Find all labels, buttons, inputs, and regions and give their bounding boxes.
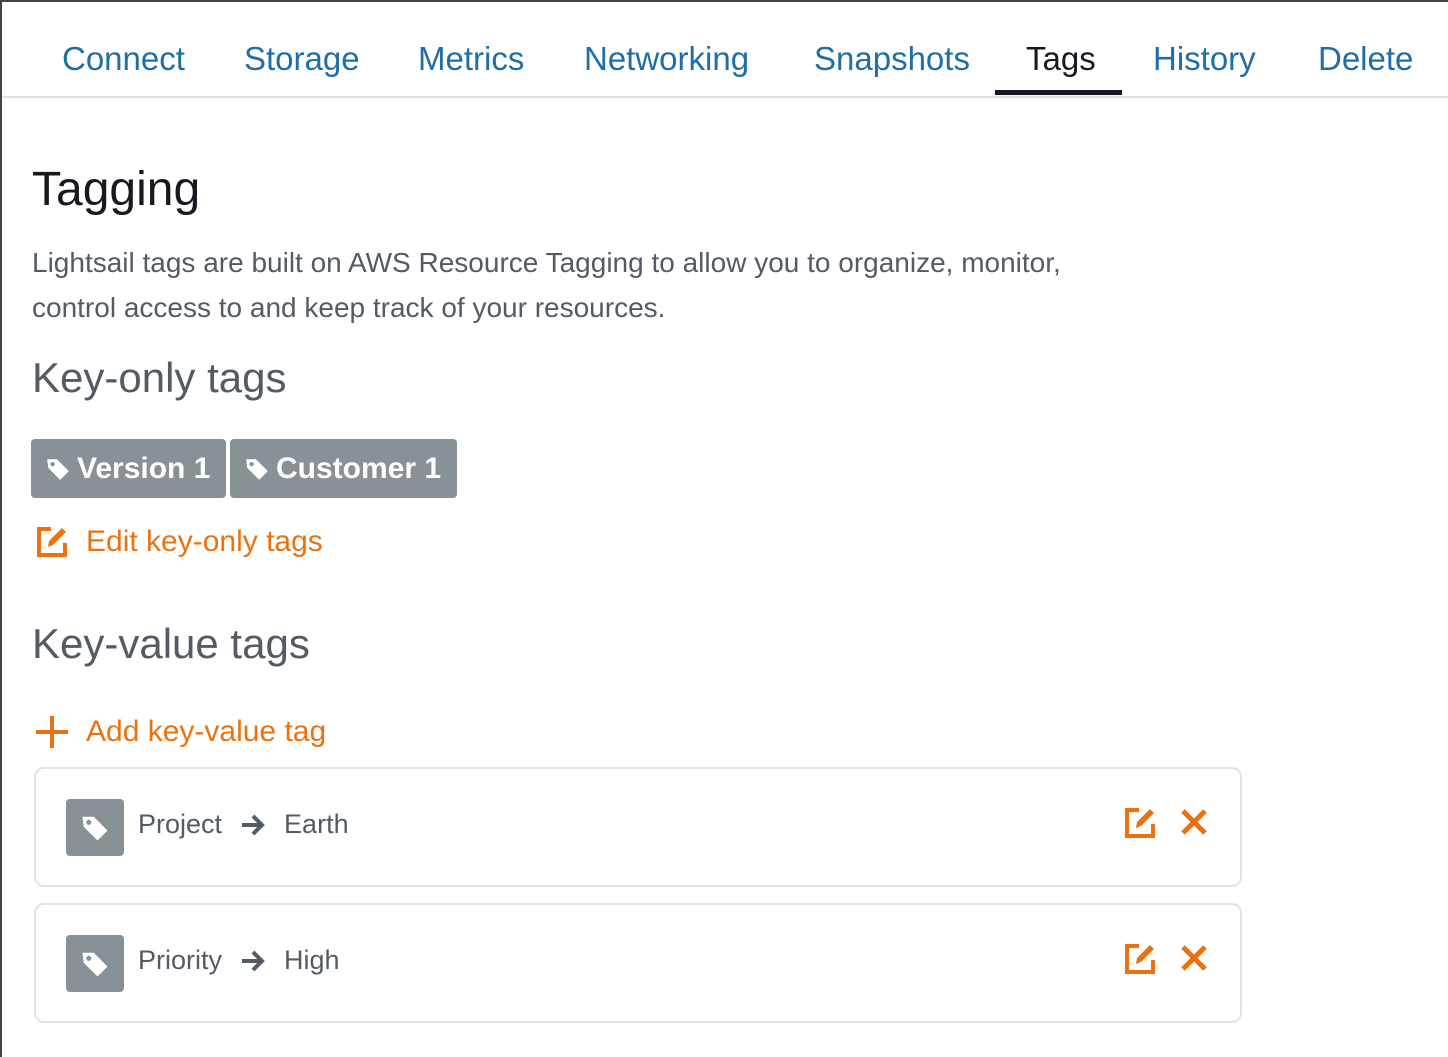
tab-delete[interactable]: Delete (1318, 40, 1413, 78)
tab-networking[interactable]: Networking (584, 40, 749, 78)
tag-icon-box (66, 799, 124, 856)
add-key-value-tag-link[interactable]: Add key-value tag (34, 714, 326, 750)
tag-icon (82, 952, 108, 976)
add-key-value-tag-label: Add key-value tag (86, 715, 327, 748)
active-tab-indicator (995, 90, 1122, 95)
close-icon[interactable] (1179, 807, 1209, 837)
tag-chip-label: Version 1 (77, 451, 211, 485)
tag-value: High (284, 945, 340, 975)
tags-panel: Connect Storage Metrics Networking Snaps… (0, 0, 1448, 1057)
key-value-tag-row: Priority High (34, 903, 1242, 1023)
key-only-tag-chip: Version 1 (31, 439, 227, 498)
tag-icon (82, 816, 108, 840)
plus-icon (36, 716, 68, 748)
page-description: Lightsail tags are built on AWS Resource… (32, 247, 1061, 323)
key-only-tag-chip: Customer 1 (230, 439, 458, 498)
tab-history[interactable]: History (1153, 40, 1256, 78)
key-value-pair: Priority High (138, 945, 340, 976)
edit-icon (37, 527, 67, 557)
key-value-tag-row: Project Earth (34, 767, 1242, 887)
tab-snapshots[interactable]: Snapshots (814, 40, 970, 78)
edit-key-only-tags-link[interactable]: Edit key-only tags (34, 524, 323, 560)
tab-bar: Connect Storage Metrics Networking Snaps… (2, 2, 1448, 98)
tag-key: Priority (138, 945, 223, 975)
close-icon[interactable] (1179, 943, 1209, 973)
tag-icon (246, 458, 268, 480)
arrow-right-icon (242, 950, 265, 971)
tab-storage[interactable]: Storage (244, 40, 360, 78)
edit-key-only-tags-label: Edit key-only tags (86, 525, 323, 558)
key-only-heading: Key-only tags (32, 354, 287, 401)
tag-chip-label: Customer 1 (276, 451, 442, 485)
tag-key: Project (138, 809, 223, 839)
tag-value: Earth (284, 809, 349, 839)
key-value-pair: Project Earth (138, 809, 349, 840)
page-title: Tagging (32, 163, 201, 216)
tab-metrics[interactable]: Metrics (418, 40, 524, 78)
key-value-heading: Key-value tags (32, 620, 310, 667)
tab-tags[interactable]: Tags (1026, 40, 1096, 78)
edit-icon[interactable] (1122, 941, 1158, 977)
tag-icon-box (66, 935, 124, 992)
edit-icon[interactable] (1122, 805, 1158, 841)
tag-icon (47, 458, 69, 480)
tab-connect[interactable]: Connect (62, 40, 185, 78)
arrow-right-icon (242, 814, 265, 835)
